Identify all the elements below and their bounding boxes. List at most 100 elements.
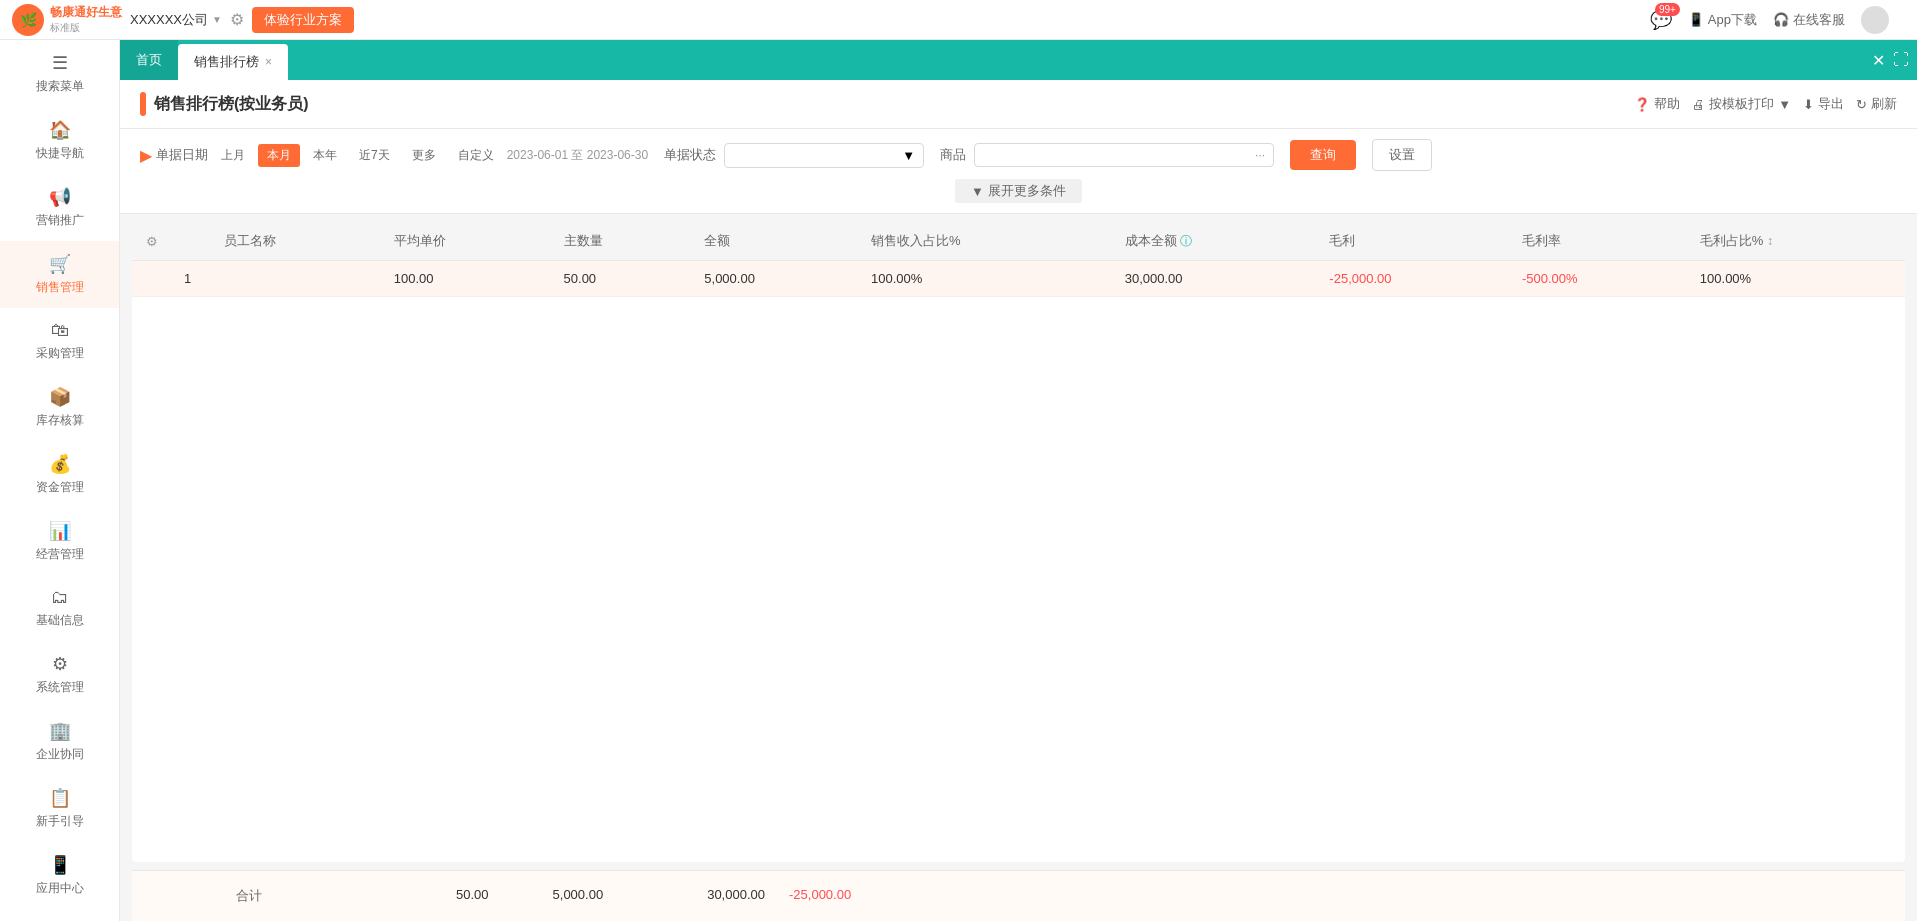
sidebar-label-quicknav: 快捷导航 [36,145,84,162]
tab-bar-actions: ✕ ⛶ [1864,40,1917,80]
tab-maximize-icon[interactable]: ⛶ [1893,51,1909,69]
footer-qty: 50.00 [444,881,501,911]
date-tab-7days[interactable]: 近7天 [350,144,399,167]
sidebar-item-marketing[interactable]: 📢 营销推广 [0,174,119,241]
row-sales-pct: 100.00% [859,261,1113,297]
row-gear [132,261,172,297]
sidebar-item-system[interactable]: ⚙ 系统管理 [0,641,119,708]
print-chevron-icon: ▼ [1778,97,1791,112]
help-btn[interactable]: ❓ 帮助 [1634,95,1680,113]
sidebar-item-basics[interactable]: 🗂 基础信息 [0,575,119,641]
page-header: 销售排行榜(按业务员) ❓ 帮助 🖨 按模板打印 ▼ ⬇ 导出 [120,80,1917,129]
col-amount: 全额 [692,222,859,261]
logo-sub: 标准版 [50,21,122,35]
settings-button[interactable]: 设置 [1372,139,1432,171]
filter-area: ▶ 单据日期 上月 本月 本年 近7天 更多 自定义 2023-06-01 至 … [120,129,1917,214]
footer-gross: -25,000.00 [777,881,863,911]
export-icon: ⬇ [1803,97,1814,112]
app-download-btn[interactable]: 📱 App下载 [1688,11,1757,29]
sidebar-item-search[interactable]: ☰ 搜索菜单 [0,40,119,107]
date-tab-this-year[interactable]: 本年 [304,144,346,167]
sidebar-label-inventory: 库存核算 [36,412,84,429]
status-select[interactable]: ▼ [724,143,924,168]
sidebar-item-appcenter[interactable]: 📱 应用中心 [0,842,119,909]
page-actions: ❓ 帮助 🖨 按模板打印 ▼ ⬇ 导出 ↻ 刷新 [1634,95,1897,113]
inventory-icon: 📦 [49,386,71,408]
search-button[interactable]: 查询 [1290,140,1356,170]
top-bar-left: 🌿 畅康通好生意 标准版 XXXXXX公司 ▼ ⚙ 体验行业方案 [12,4,354,36]
sidebar-item-beginner[interactable]: 📋 新手引导 [0,775,119,842]
tab-spacer [288,40,1864,80]
date-tab-this-month[interactable]: 本月 [258,144,300,167]
purchase-icon: 🛍 [51,320,69,341]
goods-label: 商品 [940,146,966,164]
company-selector[interactable]: XXXXXX公司 ▼ [130,11,222,29]
sidebar-label-search: 搜索菜单 [36,78,84,95]
sidebar-label-sales: 销售管理 [36,279,84,296]
print-icon: 🖨 [1692,97,1705,112]
goods-more-icon[interactable]: ··· [1255,148,1265,162]
beginner-icon: 📋 [49,787,71,809]
filter-item-date: ▶ 单据日期 上月 本月 本年 近7天 更多 自定义 2023-06-01 至 … [140,144,648,167]
basics-icon: 🗂 [51,587,69,608]
export-btn[interactable]: ⬇ 导出 [1803,95,1844,113]
sidebar-label-operations: 经营管理 [36,546,84,563]
sidebar-label-marketing: 营销推广 [36,212,84,229]
refresh-btn[interactable]: ↻ 刷新 [1856,95,1897,113]
sidebar-item-enterprise-collab[interactable]: 🏢 企业协同 [0,708,119,775]
logo-title: 畅康通好生意 [50,4,122,21]
footer-pct [615,881,695,911]
col-gross: 毛利 [1317,222,1510,261]
date-label: 单据日期 [156,146,208,164]
message-icon[interactable]: 💬 99+ [1650,9,1672,31]
filter-item-status: 单据状态 ▼ [664,143,924,168]
tab-close-window-icon[interactable]: ✕ [1872,51,1885,70]
date-tab-last-month[interactable]: 上月 [212,144,254,167]
sidebar-label-system: 系统管理 [36,679,84,696]
filter-expand-icon[interactable]: ▶ [140,146,152,165]
sidebar-label-appcenter: 应用中心 [36,880,84,897]
template-print-btn[interactable]: 🖨 按模板打印 ▼ [1692,95,1791,113]
sidebar-label-beginner: 新手引导 [36,813,84,830]
col-sales-pct: 销售收入占比% [859,222,1113,261]
online-service-btn[interactable]: 🎧 在线客服 [1773,11,1845,29]
company-name: XXXXXX公司 [130,11,208,29]
col-gross-pct: 毛利占比% ↕ [1688,222,1905,261]
top-bar: 🌿 畅康通好生意 标准版 XXXXXX公司 ▼ ⚙ 体验行业方案 💬 99+ 📱… [0,0,1917,40]
sidebar-item-inventory[interactable]: 📦 库存核算 [0,374,119,441]
appcenter-icon: 📱 [49,854,71,876]
sidebar-label-basics: 基础信息 [36,612,84,629]
refresh-icon: ↻ [1856,97,1867,112]
footer-qty-pad [501,881,541,911]
logo: 🌿 畅康通好生意 标准版 [12,4,122,36]
sidebar-item-purchase[interactable]: 🛍 采购管理 [0,308,119,374]
expand-btn[interactable]: ▼ 展开更多条件 [955,179,1082,203]
settings-icon[interactable]: ⚙ [230,10,244,29]
goods-input[interactable]: ··· [974,143,1274,167]
sidebar-item-operations[interactable]: 📊 经营管理 [0,508,119,575]
title-bar-icon [140,92,146,116]
row-qty: 50.00 [552,261,693,297]
top-bar-right: 💬 99+ 📱 App下载 🎧 在线客服 [1650,6,1905,34]
sidebar-item-quicknav[interactable]: 🏠 快捷导航 [0,107,119,174]
marketing-icon: 📢 [49,186,71,208]
date-tabs: 上月 本月 本年 近7天 更多 自定义 [212,144,503,167]
expand-down-icon: ▼ [971,184,984,199]
tab-home[interactable]: 首页 [120,40,178,80]
tab-sales-rank[interactable]: 销售排行榜 × [178,44,288,80]
row-cost: 30,000.00 [1113,261,1318,297]
col-gear[interactable]: ⚙ [132,222,172,261]
sidebar-item-finance[interactable]: 💰 资金管理 [0,441,119,508]
col-qty: 主数量 [552,222,693,261]
col-gross-rate: 毛利率 [1510,222,1688,261]
date-tab-more[interactable]: 更多 [403,144,445,167]
avatar[interactable] [1861,6,1889,34]
status-label: 单据状态 [664,146,716,164]
sidebar-item-enterprise-wechat[interactable]: 💬 企业微信 [0,909,119,921]
tab-close-icon[interactable]: × [265,55,272,69]
system-icon: ⚙ [52,653,68,675]
sidebar-item-sales[interactable]: 🛒 销售管理 [0,241,119,308]
tab-sales-label: 销售排行榜 [194,53,259,71]
date-tab-custom[interactable]: 自定义 [449,144,503,167]
trial-button[interactable]: 体验行业方案 [252,7,354,33]
